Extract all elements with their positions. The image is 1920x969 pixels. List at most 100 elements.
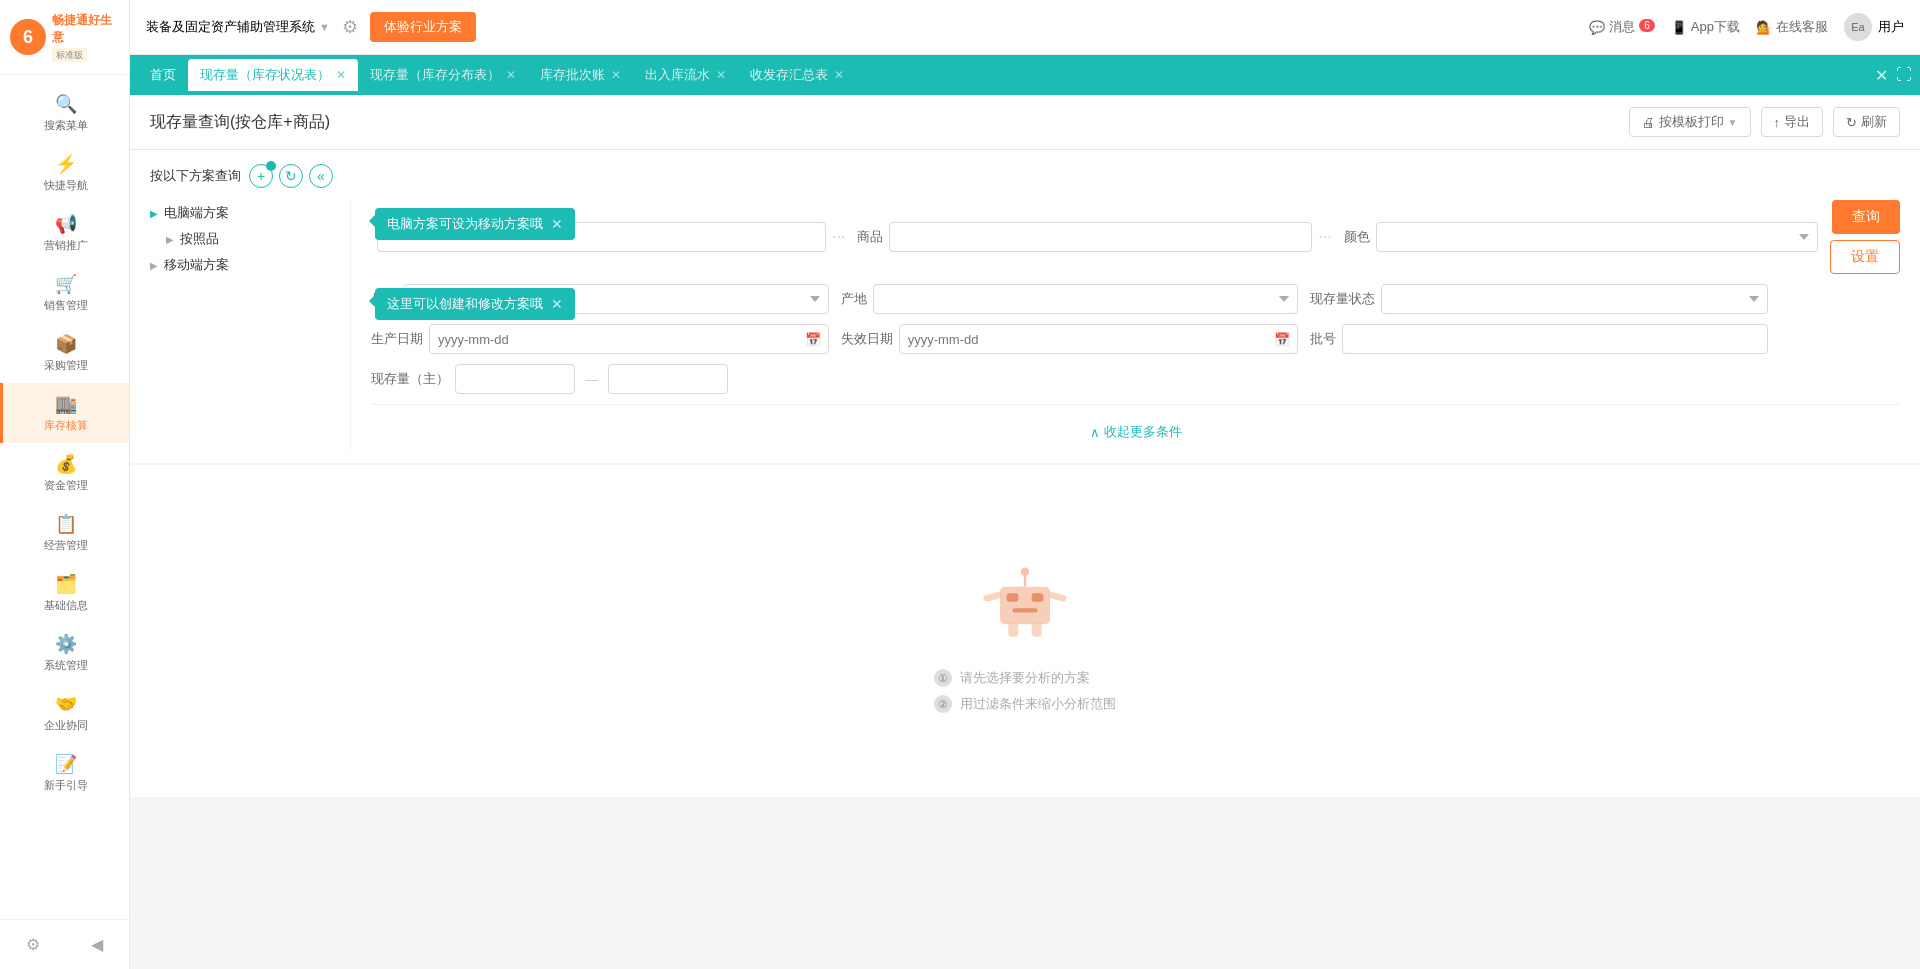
stock-main-label: 现存量（主） — [371, 370, 449, 388]
origin-select[interactable] — [873, 284, 1299, 314]
warehouse-dots[interactable]: ··· — [832, 228, 845, 246]
goods-dots[interactable]: ··· — [1318, 228, 1331, 246]
refresh-plan-btn[interactable]: ↻ — [279, 164, 303, 188]
tooltip2-close-btn[interactable]: ✕ — [551, 296, 563, 312]
tab-recv-send-summary[interactable]: 收发存汇总表 ✕ — [738, 59, 856, 91]
tab-close-inventory-status[interactable]: ✕ — [336, 68, 346, 82]
app-title-selector[interactable]: 装备及固定资产辅助管理系统 ▼ — [146, 18, 330, 36]
filter-goods: 商品 ··· — [857, 222, 1331, 252]
sidebar-item-base-info[interactable]: 🗂️ 基础信息 — [0, 563, 129, 623]
empty-illustration — [975, 545, 1075, 645]
chevron-up-icon: ∧ — [1090, 425, 1100, 440]
content-header: 现存量查询(按仓库+商品) 🖨 按模板打印 ▼ ↑ 导出 ↻ 刷新 — [130, 95, 1920, 150]
refresh-btn[interactable]: ↻ 刷新 — [1833, 107, 1900, 137]
tab-inout-flow[interactable]: 出入库流水 ✕ — [633, 59, 738, 91]
tooltip1-close-btn[interactable]: ✕ — [551, 216, 563, 232]
print-btn[interactable]: 🖨 按模板打印 ▼ — [1629, 107, 1751, 137]
sidebar-item-system[interactable]: ⚙️ 系统管理 — [0, 623, 129, 683]
tab-recv-send-summary-label: 收发存汇总表 — [750, 66, 828, 84]
app-download-label: App下载 — [1691, 18, 1740, 36]
plan-item-desktop[interactable]: ▶ 电脑端方案 — [150, 200, 350, 226]
close-all-tabs-icon[interactable]: ✕ — [1875, 66, 1888, 85]
color-select[interactable] — [1376, 222, 1818, 252]
calendar-icon-1[interactable]: 📅 — [805, 332, 821, 347]
message-action[interactable]: 💬 消息 6 — [1589, 18, 1655, 36]
industry-btn[interactable]: 体验行业方案 — [370, 12, 476, 42]
logo-text: 畅捷通好生意 标准版 — [52, 12, 119, 62]
sidebar-item-guide[interactable]: 📝 新手引导 — [0, 743, 129, 803]
sidebar-item-finance[interactable]: 💰 资金管理 — [0, 443, 129, 503]
message-icon: 💬 — [1589, 20, 1605, 35]
tab-close-recv-send-summary[interactable]: ✕ — [834, 68, 844, 82]
filter-row-2: 尺码 产地 现存量状态 — [371, 284, 1900, 314]
stock-status-label: 现存量状态 — [1310, 290, 1375, 308]
tab-home-label: 首页 — [150, 66, 176, 84]
user-section[interactable]: Ea 用户 — [1844, 13, 1904, 41]
online-support-action[interactable]: 💁 在线客服 — [1756, 18, 1828, 36]
sidebar-item-sales[interactable]: 🛒 销售管理 — [0, 263, 129, 323]
plan-list-panel: ▶ 电脑端方案 ▶ 按照品 ▶ 移动端方案 — [150, 200, 350, 449]
stock-main-from-input[interactable] — [455, 364, 575, 394]
sidebar-item-inventory[interactable]: 🏬 库存核算 — [0, 383, 129, 443]
stock-main-to-input[interactable] — [608, 364, 728, 394]
tab-inventory-status[interactable]: 现存量（库存状况表） ✕ — [188, 59, 358, 91]
expand-tabs-icon[interactable]: ⛶ — [1896, 66, 1912, 84]
query-actions: + ↻ « — [249, 164, 333, 188]
arrow-right-icon: ▶ — [150, 208, 158, 219]
plan-tooltip-2: 这里可以创建和修改方案哦 ✕ — [375, 288, 575, 320]
action-btns: 查询 设置 — [1830, 200, 1900, 274]
tab-close-inventory-dist[interactable]: ✕ — [506, 68, 516, 82]
settings-bottom-icon[interactable]: ⚙ — [21, 930, 45, 959]
tab-close-inout-flow[interactable]: ✕ — [716, 68, 726, 82]
batch-label: 批号 — [1310, 330, 1336, 348]
tab-home[interactable]: 首页 — [138, 59, 188, 91]
export-btn[interactable]: ↑ 导出 — [1761, 107, 1824, 137]
tip-text-1: 请先选择要分析的方案 — [960, 665, 1090, 691]
plan-sub-item[interactable]: ▶ 按照品 — [166, 226, 350, 252]
goods-input[interactable] — [889, 222, 1312, 252]
back-btn[interactable]: « — [309, 164, 333, 188]
tip-num-1: ① — [934, 669, 952, 687]
svg-rect-6 — [983, 591, 1002, 602]
topbar-left: 装备及固定资产辅助管理系统 ▼ ⚙ 体验行业方案 — [146, 12, 476, 42]
collapse-sidebar-icon[interactable]: ◀ — [86, 930, 108, 959]
add-plan-btn[interactable]: + — [249, 164, 273, 188]
collapse-btn[interactable]: ∧ 收起更多条件 — [371, 415, 1900, 449]
app-download-action[interactable]: 📱 App下载 — [1671, 18, 1740, 36]
tab-inventory-dist[interactable]: 现存量（库存分布表） ✕ — [358, 59, 528, 91]
filter-produce-date: 生产日期 📅 — [371, 324, 829, 354]
dot-indicator — [266, 161, 276, 171]
filter-color: 颜色 — [1344, 222, 1818, 252]
tab-close-batch-ledger[interactable]: ✕ — [611, 68, 621, 82]
svg-rect-2 — [1032, 593, 1044, 601]
reset-btn[interactable]: 设置 — [1830, 240, 1900, 274]
plan-tooltip-1: 电脑方案可设为移动方案哦 ✕ — [375, 208, 575, 240]
sidebar-item-quick-nav[interactable]: ⚡ 快捷导航 — [0, 143, 129, 203]
marketing-icon: 📢 — [55, 213, 77, 235]
sidebar-item-search[interactable]: 🔍 搜索菜单 — [0, 83, 129, 143]
batch-input[interactable] — [1342, 324, 1768, 354]
username: 用户 — [1878, 18, 1904, 36]
produce-date-from-input[interactable] — [429, 324, 829, 354]
calendar-icon-2[interactable]: 📅 — [1274, 332, 1290, 347]
collapse-section: ∧ 收起更多条件 — [371, 404, 1900, 449]
tab-batch-ledger[interactable]: 库存批次账 ✕ — [528, 59, 633, 91]
purchase-icon: 📦 — [55, 333, 77, 355]
sidebar-item-purchase[interactable]: 📦 采购管理 — [0, 323, 129, 383]
expire-date-from-input[interactable] — [899, 324, 1299, 354]
plan-item-mobile[interactable]: ▶ 移动端方案 — [150, 252, 350, 278]
filter-row-1: ··· 商品 ··· 颜色 查询 设置 — [371, 200, 1900, 274]
sub-arrow-icon: ▶ — [166, 234, 174, 245]
tabbar: 首页 现存量（库存状况表） ✕ 现存量（库存分布表） ✕ 库存批次账 ✕ 出入库… — [130, 55, 1920, 95]
stock-status-select[interactable] — [1381, 284, 1768, 314]
tab-inventory-dist-label: 现存量（库存分布表） — [370, 66, 500, 84]
sidebar-item-marketing[interactable]: 📢 营销推广 — [0, 203, 129, 263]
header-actions: 🖨 按模板打印 ▼ ↑ 导出 ↻ 刷新 — [1629, 107, 1900, 137]
sidebar-item-operations[interactable]: 📋 经营管理 — [0, 503, 129, 563]
desktop-sub-plans: ▶ 按照品 — [166, 226, 350, 252]
search-btn[interactable]: 查询 — [1832, 200, 1900, 234]
quick-nav-icon: ⚡ — [55, 153, 77, 175]
topbar-settings-icon[interactable]: ⚙ — [342, 16, 358, 38]
sidebar-item-enterprise[interactable]: 🤝 企业协同 — [0, 683, 129, 743]
guide-icon: 📝 — [55, 753, 77, 775]
